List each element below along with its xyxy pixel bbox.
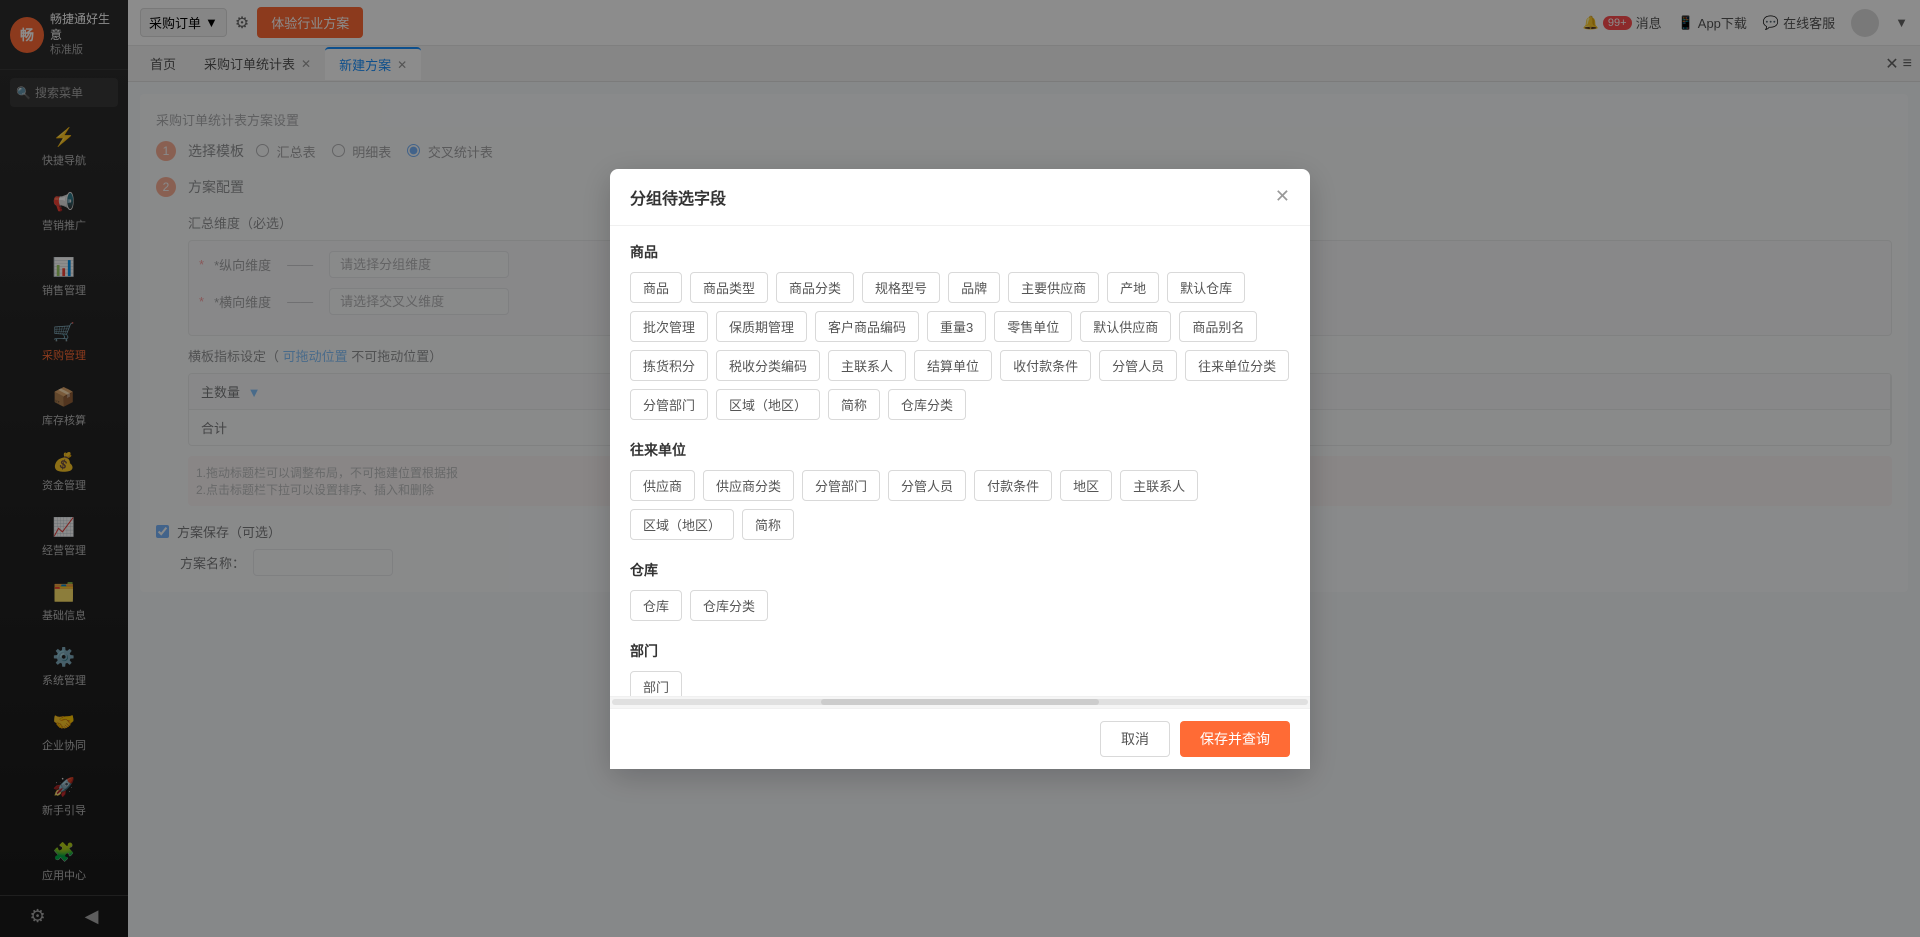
field-origin[interactable]: 产地 <box>1107 272 1159 303</box>
field-default-supplier[interactable]: 默认供应商 <box>1080 311 1171 342</box>
field-goods-category[interactable]: 商品分类 <box>776 272 854 303</box>
field-warehouse-category[interactable]: 仓库分类 <box>888 389 966 420</box>
section-dept-grid: 部门 <box>630 671 1290 696</box>
field-goods-spec[interactable]: 规格型号 <box>862 272 940 303</box>
modal-close-button[interactable]: ✕ <box>1275 186 1290 207</box>
field-manage-person[interactable]: 分管人员 <box>888 470 966 501</box>
field-region[interactable]: 地区 <box>1060 470 1112 501</box>
hscroll-track <box>612 699 1308 705</box>
field-abbr2[interactable]: 简称 <box>742 509 794 540</box>
field-pay-terms[interactable]: 付款条件 <box>974 470 1052 501</box>
modal-body[interactable]: 商品 商品 商品类型 商品分类 规格型号 品牌 主要供应商 产地 默认仓库 批次… <box>610 226 1310 696</box>
field-main-contact[interactable]: 主联系人 <box>828 350 906 381</box>
field-settle-unit[interactable]: 结算单位 <box>914 350 992 381</box>
field-manage-dept[interactable]: 分管部门 <box>802 470 880 501</box>
modal-horizontal-scrollbar[interactable] <box>610 696 1310 708</box>
field-main-supplier[interactable]: 主要供应商 <box>1008 272 1099 303</box>
section-department: 部门 部门 <box>630 641 1290 696</box>
section-partner: 往来单位 供应商 供应商分类 分管部门 分管人员 付款条件 地区 主联系人 区域… <box>630 440 1290 540</box>
section-warehouse-grid: 仓库 仓库分类 <box>630 590 1290 621</box>
modal-title: 分组待选字段 <box>630 185 726 209</box>
field-brand[interactable]: 品牌 <box>948 272 1000 303</box>
section-goods: 商品 商品 商品类型 商品分类 规格型号 品牌 主要供应商 产地 默认仓库 批次… <box>630 242 1290 420</box>
section-partner-title: 往来单位 <box>630 440 1290 460</box>
field-retail-unit[interactable]: 零售单位 <box>994 311 1072 342</box>
field-batch-mgmt[interactable]: 批次管理 <box>630 311 708 342</box>
field-default-warehouse[interactable]: 默认仓库 <box>1167 272 1245 303</box>
field-contact[interactable]: 主联系人 <box>1120 470 1198 501</box>
field-wh-category[interactable]: 仓库分类 <box>690 590 768 621</box>
field-supplier-category[interactable]: 供应商分类 <box>703 470 794 501</box>
field-select-modal: 分组待选字段 ✕ 商品 商品 商品类型 商品分类 规格型号 品牌 主要供应商 产… <box>610 169 1310 769</box>
field-pick-score[interactable]: 拣货积分 <box>630 350 708 381</box>
field-goods-type[interactable]: 商品类型 <box>690 272 768 303</box>
field-area2[interactable]: 区域（地区） <box>630 509 734 540</box>
section-dept-title: 部门 <box>630 641 1290 661</box>
section-partner-grid: 供应商 供应商分类 分管部门 分管人员 付款条件 地区 主联系人 区域（地区） … <box>630 470 1290 540</box>
field-payment-terms[interactable]: 收付款条件 <box>1000 350 1091 381</box>
field-wh[interactable]: 仓库 <box>630 590 682 621</box>
section-warehouse: 仓库 仓库 仓库分类 <box>630 560 1290 621</box>
field-dept[interactable]: 部门 <box>630 671 682 696</box>
field-abbr[interactable]: 简称 <box>828 389 880 420</box>
section-warehouse-title: 仓库 <box>630 560 1290 580</box>
cancel-button[interactable]: 取消 <box>1100 721 1170 757</box>
save-query-button[interactable]: 保存并查询 <box>1180 721 1290 757</box>
field-goods-alias[interactable]: 商品别名 <box>1179 311 1257 342</box>
section-goods-grid: 商品 商品类型 商品分类 规格型号 品牌 主要供应商 产地 默认仓库 批次管理 … <box>630 272 1290 420</box>
hscroll-thumb[interactable] <box>821 699 1099 705</box>
field-tax-code[interactable]: 税收分类编码 <box>716 350 820 381</box>
field-supplier[interactable]: 供应商 <box>630 470 695 501</box>
field-goods-name[interactable]: 商品 <box>630 272 682 303</box>
modal-footer: 取消 保存并查询 <box>610 708 1310 769</box>
modal-header: 分组待选字段 ✕ <box>610 169 1310 226</box>
field-manager[interactable]: 分管人员 <box>1099 350 1177 381</box>
field-customer-code[interactable]: 客户商品编码 <box>815 311 919 342</box>
field-weight3[interactable]: 重量3 <box>927 311 986 342</box>
section-goods-title: 商品 <box>630 242 1290 262</box>
field-validity-mgmt[interactable]: 保质期管理 <box>716 311 807 342</box>
field-from-unit-category[interactable]: 往来单位分类 <box>1185 350 1289 381</box>
field-dept-mgmt[interactable]: 分管部门 <box>630 389 708 420</box>
field-area[interactable]: 区域（地区） <box>716 389 820 420</box>
